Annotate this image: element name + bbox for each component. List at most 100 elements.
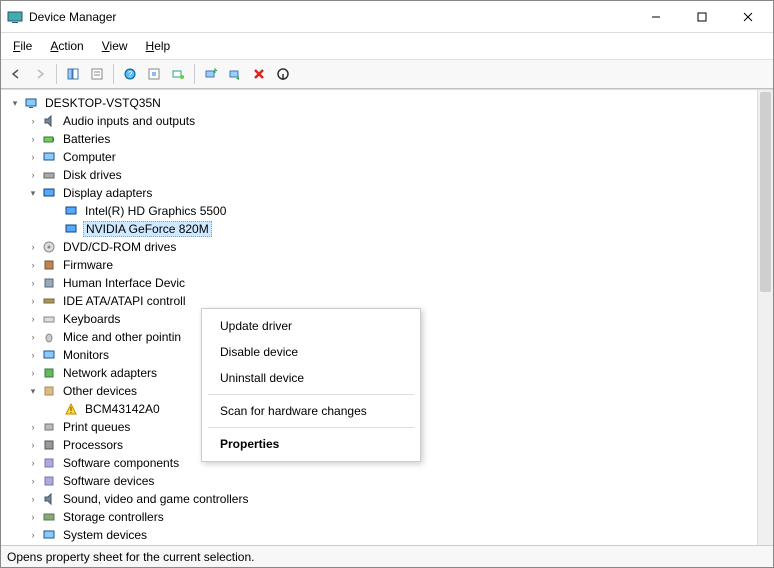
chevron-right-icon[interactable]: › — [25, 473, 41, 489]
tree-category[interactable]: › Storage controllers — [1, 508, 773, 526]
software-icon — [41, 455, 57, 471]
chevron-right-icon[interactable]: › — [25, 311, 41, 327]
context-menu: Update driver Disable device Uninstall d… — [201, 308, 421, 462]
tree-label: BCM43142A0 — [83, 402, 162, 416]
chevron-down-icon[interactable]: ▾ — [25, 383, 41, 399]
ctx-update-driver[interactable]: Update driver — [202, 313, 420, 339]
tree-category[interactable]: › Audio inputs and outputs — [1, 112, 773, 130]
chevron-right-icon[interactable]: › — [25, 149, 41, 165]
action-button[interactable] — [143, 63, 165, 85]
show-hide-console-tree-button[interactable] — [62, 63, 84, 85]
tree-category[interactable]: › DVD/CD-ROM drives — [1, 238, 773, 256]
menu-help[interactable]: Help — [138, 37, 179, 55]
menu-action[interactable]: Action — [42, 37, 91, 55]
chevron-right-icon[interactable]: › — [25, 257, 41, 273]
cpu-icon — [41, 437, 57, 453]
chevron-right-icon[interactable]: › — [25, 113, 41, 129]
tree-label: Print queues — [61, 420, 132, 434]
tree-label: Intel(R) HD Graphics 5500 — [83, 204, 228, 218]
minimize-button[interactable] — [633, 2, 679, 32]
scrollbar[interactable] — [757, 90, 773, 545]
chevron-down-icon[interactable]: ▾ — [25, 185, 41, 201]
app-icon — [7, 9, 23, 25]
ctx-properties[interactable]: Properties — [202, 431, 420, 457]
tree-category[interactable]: ›Computer — [1, 148, 773, 166]
workspace: ▾ DESKTOP-VSTQ35N › Audio inputs and outp… — [1, 89, 773, 545]
menubar: File Action View Help — [1, 33, 773, 59]
uninstall-device-button[interactable] — [248, 63, 270, 85]
tree-root-label: DESKTOP-VSTQ35N — [43, 96, 163, 110]
tree-category[interactable]: › Software devices — [1, 472, 773, 490]
display-icon — [41, 185, 57, 201]
scrollbar-thumb[interactable] — [760, 92, 771, 292]
ctx-separator — [208, 427, 414, 428]
tree-label: Sound, video and game controllers — [61, 492, 250, 506]
chevron-right-icon[interactable]: › — [25, 167, 41, 183]
chevron-right-icon[interactable]: › — [25, 491, 41, 507]
display-icon — [63, 203, 79, 219]
tree-label: Processors — [61, 438, 125, 452]
scan-hardware-button[interactable] — [167, 63, 189, 85]
software-icon — [41, 473, 57, 489]
computer-icon — [23, 95, 39, 111]
warning-icon: ! — [63, 401, 79, 417]
tree-label: Display adapters — [61, 186, 154, 200]
menu-view[interactable]: View — [94, 37, 136, 55]
chevron-right-icon[interactable]: › — [25, 437, 41, 453]
tree-device-selected[interactable]: NVIDIA GeForce 820M — [1, 220, 773, 238]
back-button[interactable] — [5, 63, 27, 85]
disable-device-button[interactable] — [224, 63, 246, 85]
battery-icon — [41, 131, 57, 147]
chevron-down-icon[interactable]: ▾ — [7, 95, 23, 111]
menu-file[interactable]: File — [5, 37, 40, 55]
tree-label: Firmware — [61, 258, 115, 272]
tree-label: Other devices — [61, 384, 139, 398]
statusbar: Opens property sheet for the current sel… — [1, 545, 773, 567]
tree-label: Mice and other pointin — [61, 330, 183, 344]
chevron-right-icon[interactable]: › — [25, 131, 41, 147]
tree-category[interactable]: ›Human Interface Devic — [1, 274, 773, 292]
chevron-right-icon[interactable]: › — [25, 365, 41, 381]
chevron-right-icon[interactable]: › — [25, 455, 41, 471]
tree-category-expanded[interactable]: ▾ Display adapters — [1, 184, 773, 202]
enable-device-button[interactable] — [272, 63, 294, 85]
ctx-separator — [208, 394, 414, 395]
tree-category[interactable]: ›System devices — [1, 526, 773, 544]
print-icon — [41, 419, 57, 435]
tree-label: NVIDIA GeForce 820M — [83, 221, 212, 237]
tree-category[interactable]: › Firmware — [1, 256, 773, 274]
forward-button[interactable] — [29, 63, 51, 85]
tree-category[interactable]: ›Disk drives — [1, 166, 773, 184]
chevron-right-icon[interactable]: › — [25, 329, 41, 345]
ctx-uninstall-device[interactable]: Uninstall device — [202, 365, 420, 391]
help-button[interactable]: ? — [119, 63, 141, 85]
tree-root[interactable]: ▾ DESKTOP-VSTQ35N — [1, 94, 773, 112]
tree-category[interactable]: › Sound, video and game controllers — [1, 490, 773, 508]
chevron-right-icon[interactable]: › — [25, 347, 41, 363]
tree-label: Audio inputs and outputs — [61, 114, 197, 128]
tree-label: Storage controllers — [61, 510, 166, 524]
maximize-button[interactable] — [679, 2, 725, 32]
close-button[interactable] — [725, 2, 771, 32]
tree-label: DVD/CD-ROM drives — [61, 240, 178, 254]
keyboard-icon — [41, 311, 57, 327]
mouse-icon — [41, 329, 57, 345]
ide-icon — [41, 293, 57, 309]
update-driver-button[interactable] — [200, 63, 222, 85]
tree-label: Software devices — [61, 474, 156, 488]
tree-category[interactable]: › Batteries — [1, 130, 773, 148]
tree-label: Batteries — [61, 132, 112, 146]
ctx-scan-hardware[interactable]: Scan for hardware changes — [202, 398, 420, 424]
tree-device[interactable]: Intel(R) HD Graphics 5500 — [1, 202, 773, 220]
chevron-right-icon[interactable]: › — [25, 293, 41, 309]
tree-category[interactable]: ›Universal Serial Bus controllers — [1, 544, 773, 545]
chevron-right-icon[interactable]: › — [25, 275, 41, 291]
chevron-right-icon[interactable]: › — [25, 239, 41, 255]
svg-text:!: ! — [70, 406, 72, 415]
chevron-right-icon[interactable]: › — [25, 509, 41, 525]
computer-icon — [41, 149, 57, 165]
chevron-right-icon[interactable]: › — [25, 419, 41, 435]
ctx-disable-device[interactable]: Disable device — [202, 339, 420, 365]
chevron-right-icon[interactable]: › — [25, 527, 41, 543]
properties-button[interactable] — [86, 63, 108, 85]
